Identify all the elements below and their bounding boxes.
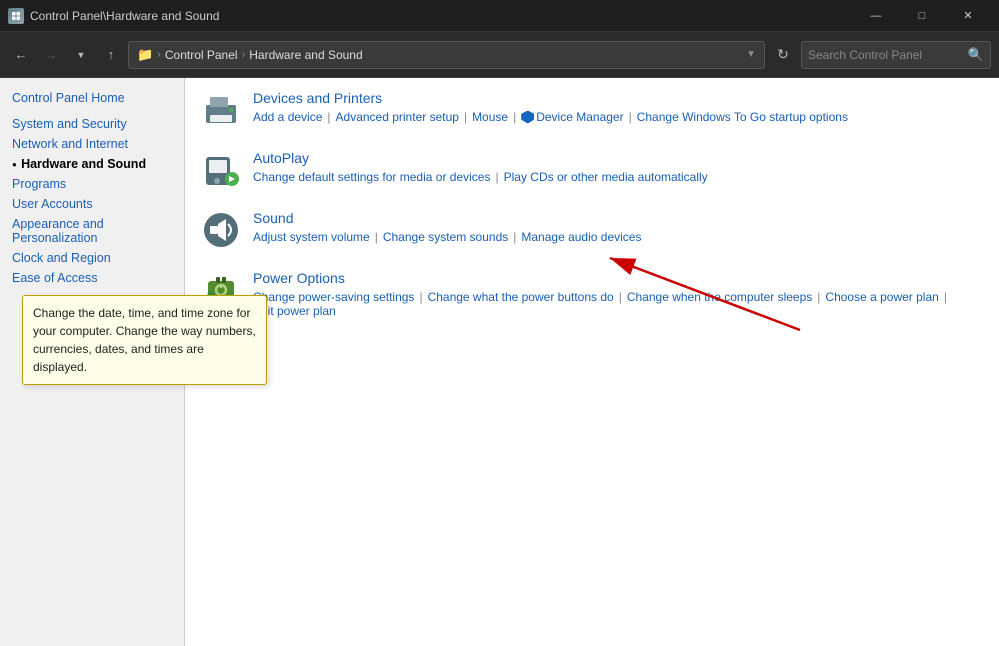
link-change-sounds[interactable]: Change system sounds xyxy=(383,230,508,244)
link-change-defaults[interactable]: Change default settings for media or dev… xyxy=(253,170,490,184)
link-power-buttons[interactable]: Change what the power buttons do xyxy=(428,290,614,304)
path-separator-2: › xyxy=(242,49,246,61)
path-separator-1: › xyxy=(157,49,161,61)
sep1: | xyxy=(327,110,330,124)
window-frame: Control Panel\Hardware and Sound — □ ✕ ←… xyxy=(0,0,999,646)
minimize-button[interactable]: — xyxy=(853,0,899,32)
link-computer-sleeps[interactable]: Change when the computer sleeps xyxy=(627,290,812,304)
device-manager-shield-icon xyxy=(521,111,534,124)
sidebar-item-hardware[interactable]: Hardware and Sound xyxy=(0,154,184,174)
forward-button[interactable]: → xyxy=(38,42,64,68)
sidebar-item-ease-of-access[interactable]: Ease of Access xyxy=(0,268,184,288)
sidebar-item-network[interactable]: Network and Internet xyxy=(0,134,184,154)
sidebar-item-appearance[interactable]: Appearance and Personalization xyxy=(0,214,184,248)
devices-printers-links: Add a device | Advanced printer setup | … xyxy=(253,110,983,124)
sep2: | xyxy=(464,110,467,124)
category-devices-printers: Devices and Printers Add a device | Adva… xyxy=(201,90,983,130)
path-dropdown-arrow[interactable]: ▼ xyxy=(746,49,756,60)
sound-links: Adjust system volume | Change system sou… xyxy=(253,230,983,244)
sep5: | xyxy=(495,170,498,184)
title-bar: Control Panel\Hardware and Sound — □ ✕ xyxy=(0,0,999,32)
link-play-cds[interactable]: Play CDs or other media automatically xyxy=(504,170,708,184)
sep7: | xyxy=(513,230,516,244)
category-sound: Sound Adjust system volume | Change syst… xyxy=(201,210,983,250)
power-title[interactable]: Power Options xyxy=(253,270,983,286)
maximize-button[interactable]: □ xyxy=(899,0,945,32)
sidebar-item-clock-region[interactable]: Clock and Region xyxy=(0,248,184,268)
search-input[interactable] xyxy=(808,48,964,62)
devices-printers-icon xyxy=(201,90,241,130)
link-advanced-printer[interactable]: Advanced printer setup xyxy=(336,110,459,124)
link-manage-audio[interactable]: Manage audio devices xyxy=(521,230,641,244)
sidebar-item-programs[interactable]: Programs xyxy=(0,174,184,194)
content-area: Devices and Printers Add a device | Adva… xyxy=(185,78,999,646)
address-path-bar: 📁 › Control Panel › Hardware and Sound ▼ xyxy=(128,41,765,69)
link-adjust-volume[interactable]: Adjust system volume xyxy=(253,230,370,244)
back-button[interactable]: ← xyxy=(8,42,34,68)
sidebar-item-user-accounts[interactable]: User Accounts xyxy=(0,194,184,214)
category-autoplay: AutoPlay Change default settings for med… xyxy=(201,150,983,190)
autoplay-title[interactable]: AutoPlay xyxy=(253,150,983,166)
search-box: 🔍 xyxy=(801,41,991,69)
path-current-section[interactable]: Hardware and Sound xyxy=(249,48,362,62)
autoplay-links: Change default settings for media or dev… xyxy=(253,170,983,184)
title-bar-controls: — □ ✕ xyxy=(853,0,991,32)
autoplay-icon xyxy=(201,150,241,190)
link-choose-power-plan[interactable]: Choose a power plan xyxy=(825,290,938,304)
sep9: | xyxy=(619,290,622,304)
sep10: | xyxy=(817,290,820,304)
recent-locations-button[interactable]: ▼ xyxy=(68,42,94,68)
link-power-saving[interactable]: Change power-saving settings xyxy=(253,290,414,304)
refresh-button[interactable]: ↻ xyxy=(769,41,797,69)
sidebar-item-system-security[interactable]: System and Security xyxy=(0,114,184,134)
window-title: Control Panel\Hardware and Sound xyxy=(30,9,853,23)
power-content: Power Options Change power-saving settin… xyxy=(253,270,983,318)
sidebar-home[interactable]: Control Panel Home xyxy=(0,88,184,108)
path-control-panel[interactable]: Control Panel xyxy=(165,48,238,62)
sep8: | xyxy=(419,290,422,304)
clock-region-tooltip: Change the date, time, and time zone for… xyxy=(22,295,267,385)
folder-icon: 📁 xyxy=(137,47,153,63)
up-button[interactable]: ↑ xyxy=(98,42,124,68)
link-mouse[interactable]: Mouse xyxy=(472,110,508,124)
sound-icon xyxy=(201,210,241,250)
sound-title[interactable]: Sound xyxy=(253,210,983,226)
devices-printers-title[interactable]: Devices and Printers xyxy=(253,90,983,106)
link-device-manager[interactable]: Device Manager xyxy=(536,110,623,124)
sound-content: Sound Adjust system volume | Change syst… xyxy=(253,210,983,244)
link-windows-to-go[interactable]: Change Windows To Go startup options xyxy=(637,110,848,124)
address-bar: ← → ▼ ↑ 📁 › Control Panel › Hardware and… xyxy=(0,32,999,78)
power-links: Change power-saving settings | Change wh… xyxy=(253,290,983,318)
sep4: | xyxy=(629,110,632,124)
sidebar: Control Panel Home System and Security N… xyxy=(0,78,185,646)
main-container: Control Panel Home System and Security N… xyxy=(0,78,999,646)
sep6: | xyxy=(375,230,378,244)
sep3: | xyxy=(513,110,516,124)
devices-printers-content: Devices and Printers Add a device | Adva… xyxy=(253,90,983,124)
sep11: | xyxy=(944,290,947,304)
close-button[interactable]: ✕ xyxy=(945,0,991,32)
autoplay-content: AutoPlay Change default settings for med… xyxy=(253,150,983,184)
window-icon xyxy=(8,8,24,24)
link-add-device[interactable]: Add a device xyxy=(253,110,322,124)
category-power: Power Options Change power-saving settin… xyxy=(201,270,983,318)
search-icon[interactable]: 🔍 xyxy=(968,47,984,63)
